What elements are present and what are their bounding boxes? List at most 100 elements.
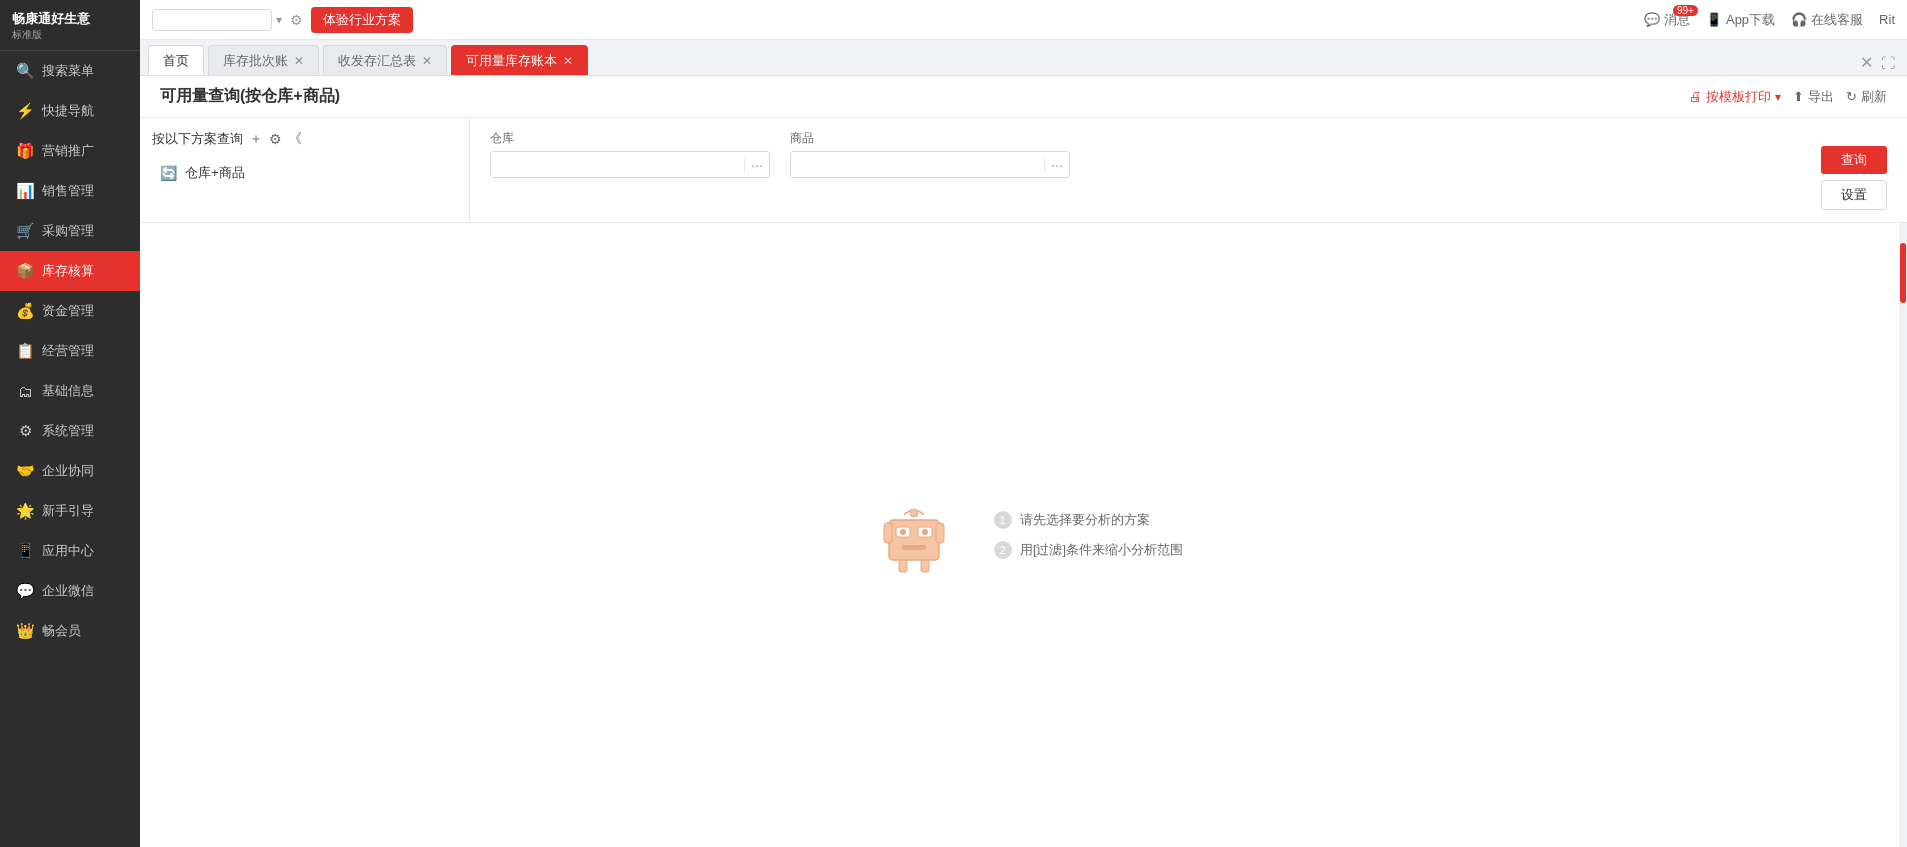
topbar-search-area: ▾ — [152, 9, 282, 31]
message-icon: 💬 — [1644, 12, 1660, 27]
purchase-icon: 🛒 — [16, 222, 34, 240]
tab-home-label: 首页 — [163, 52, 189, 70]
sidebar-item-label: 经营管理 — [42, 342, 94, 360]
topbar-search-input[interactable] — [152, 9, 272, 31]
sidebar-item-purchase[interactable]: 🛒 采购管理 — [0, 211, 140, 251]
shortcut-icon: ⚡ — [16, 102, 34, 120]
service-label: 在线客服 — [1811, 11, 1863, 29]
appcenter-icon: 📱 — [16, 542, 34, 560]
svg-rect-9 — [921, 560, 929, 572]
tab-available-label: 可用量库存账本 — [466, 52, 557, 70]
collapse-icon[interactable]: 《 — [288, 130, 302, 148]
sidebar-item-search[interactable]: 🔍 搜索菜单 — [0, 51, 140, 91]
query-button[interactable]: 查询 — [1821, 146, 1887, 174]
tab-available[interactable]: 可用量库存账本 ✕ — [451, 45, 588, 75]
svg-rect-6 — [884, 523, 892, 543]
tab-home[interactable]: 首页 — [148, 45, 204, 75]
main-area: ▾ ⚙ 体验行业方案 💬 消息 99+ 📱 App下载 🎧 在线客服 Rit — [140, 0, 1907, 847]
scheme-option-label: 仓库+商品 — [185, 164, 245, 182]
username: Rit — [1879, 12, 1895, 27]
settings-scheme-button[interactable]: ⚙ — [269, 131, 282, 147]
search-icon: 🔍 — [16, 62, 34, 80]
tab-available-close[interactable]: ✕ — [563, 54, 573, 68]
sidebar-item-marketing[interactable]: 🎁 营销推广 — [0, 131, 140, 171]
scheme-option-warehouse-goods[interactable]: 🔄 仓库+商品 — [152, 158, 457, 188]
app-subtitle: 标准版 — [12, 28, 128, 42]
warehouse-input-wrap: ··· — [490, 151, 770, 178]
tab-batch-label: 库存批次账 — [223, 52, 288, 70]
sidebar: 畅康通好生意 标准版 🔍 搜索菜单 ⚡ 快捷导航 🎁 营销推广 📊 销售管理 🛒… — [0, 0, 140, 847]
topbar: ▾ ⚙ 体验行业方案 💬 消息 99+ 📱 App下载 🎧 在线客服 Rit — [140, 0, 1907, 40]
export-button[interactable]: ⬆ 导出 — [1793, 88, 1834, 106]
refresh-icon: ↻ — [1846, 89, 1857, 104]
service-button[interactable]: 🎧 在线客服 — [1791, 11, 1863, 29]
tabbar: 首页 库存批次账 ✕ 收发存汇总表 ✕ 可用量库存账本 ✕ ✕ ⛶ — [140, 40, 1907, 76]
phone-icon: 📱 — [1706, 12, 1722, 27]
refresh-button[interactable]: ↻ 刷新 — [1846, 88, 1887, 106]
tab-summary-close[interactable]: ✕ — [422, 54, 432, 68]
sidebar-item-enterprise[interactable]: 🤝 企业协同 — [0, 451, 140, 491]
message-button[interactable]: 💬 消息 99+ — [1644, 11, 1690, 29]
filter-settings-button[interactable]: 设置 — [1821, 180, 1887, 210]
goods-more-icon[interactable]: ··· — [1044, 157, 1069, 173]
tab-batch-close[interactable]: ✕ — [294, 54, 304, 68]
sidebar-item-member[interactable]: 👑 畅会员 — [0, 611, 140, 651]
trial-button[interactable]: 体验行业方案 — [311, 7, 413, 33]
sidebar-item-finance[interactable]: 💰 资金管理 — [0, 291, 140, 331]
print-button[interactable]: 🖨 按模板打印 ▾ — [1689, 88, 1781, 106]
print-icon: 🖨 — [1689, 89, 1702, 104]
sidebar-item-label: 应用中心 — [42, 542, 94, 560]
warehouse-more-icon[interactable]: ··· — [744, 157, 769, 173]
sidebar-item-system[interactable]: ⚙ 系统管理 — [0, 411, 140, 451]
goods-input[interactable] — [791, 152, 1044, 177]
enterprise-icon: 🤝 — [16, 462, 34, 480]
sidebar-item-operations[interactable]: 📋 经营管理 — [0, 331, 140, 371]
sidebar-item-label: 搜索菜单 — [42, 62, 94, 80]
sidebar-item-wechat[interactable]: 💬 企业微信 — [0, 571, 140, 611]
app-title: 畅康通好生意 — [12, 10, 128, 28]
svg-point-3 — [900, 529, 906, 535]
filter-header-label: 按以下方案查询 — [152, 130, 243, 148]
filter-area: 按以下方案查询 ＋ ⚙ 《 🔄 仓库+商品 仓库 ··· 商品 — [140, 118, 1907, 223]
sidebar-item-basic[interactable]: 🗂 基础信息 — [0, 371, 140, 411]
tab-summary[interactable]: 收发存汇总表 ✕ — [323, 45, 447, 75]
content-area: 1 请先选择要分析的方案 2 用[过滤]条件来缩小分析范围 — [140, 223, 1907, 847]
basic-icon: 🗂 — [16, 383, 34, 400]
tab-batch[interactable]: 库存批次账 ✕ — [208, 45, 319, 75]
page-title: 可用量查询(按仓库+商品) — [160, 86, 340, 107]
sidebar-scroll: 🔍 搜索菜单 ⚡ 快捷导航 🎁 营销推广 📊 销售管理 🛒 采购管理 📦 库存核… — [0, 51, 140, 847]
sidebar-item-shortcut[interactable]: ⚡ 快捷导航 — [0, 91, 140, 131]
sidebar-item-sales[interactable]: 📊 销售管理 — [0, 171, 140, 211]
warehouse-label: 仓库 — [490, 130, 770, 147]
svg-point-4 — [922, 529, 928, 535]
add-scheme-button[interactable]: ＋ — [249, 130, 263, 148]
svg-rect-7 — [936, 523, 944, 543]
tabbar-right: ✕ ⛶ — [1860, 53, 1907, 75]
close-all-icon[interactable]: ✕ — [1860, 53, 1873, 72]
app-download-button[interactable]: 📱 App下载 — [1706, 11, 1775, 29]
sidebar-item-label: 库存核算 — [42, 262, 94, 280]
gear-icon[interactable]: ⚙ — [290, 12, 303, 28]
sidebar-item-label: 快捷导航 — [42, 102, 94, 120]
goods-input-wrap: ··· — [790, 151, 1070, 178]
sidebar-item-inventory[interactable]: 📦 库存核算 — [0, 251, 140, 291]
tab-summary-label: 收发存汇总表 — [338, 52, 416, 70]
empty-tip-2: 2 用[过滤]条件来缩小分析范围 — [994, 541, 1183, 559]
warehouse-input[interactable] — [491, 152, 744, 177]
topbar-right: 💬 消息 99+ 📱 App下载 🎧 在线客服 Rit — [1644, 11, 1895, 29]
user-menu[interactable]: Rit — [1879, 12, 1895, 27]
empty-state: 1 请先选择要分析的方案 2 用[过滤]条件来缩小分析范围 — [864, 485, 1183, 585]
page-header: 可用量查询(按仓库+商品) 🖨 按模板打印 ▾ ⬆ 导出 ↻ 刷新 — [140, 76, 1907, 118]
fullscreen-icon[interactable]: ⛶ — [1881, 55, 1895, 71]
svg-rect-5 — [902, 545, 926, 550]
sidebar-item-appcenter[interactable]: 📱 应用中心 — [0, 531, 140, 571]
sidebar-item-newguide[interactable]: 🌟 新手引导 — [0, 491, 140, 531]
print-dropdown-icon[interactable]: ▾ — [1775, 90, 1781, 104]
finance-icon: 💰 — [16, 302, 34, 320]
sidebar-item-label: 销售管理 — [42, 182, 94, 200]
chevron-down-icon[interactable]: ▾ — [276, 13, 282, 27]
right-scrollbar[interactable] — [1899, 223, 1907, 847]
sidebar-item-label: 基础信息 — [42, 382, 94, 400]
svg-point-10 — [910, 509, 918, 517]
member-icon: 👑 — [16, 622, 34, 640]
